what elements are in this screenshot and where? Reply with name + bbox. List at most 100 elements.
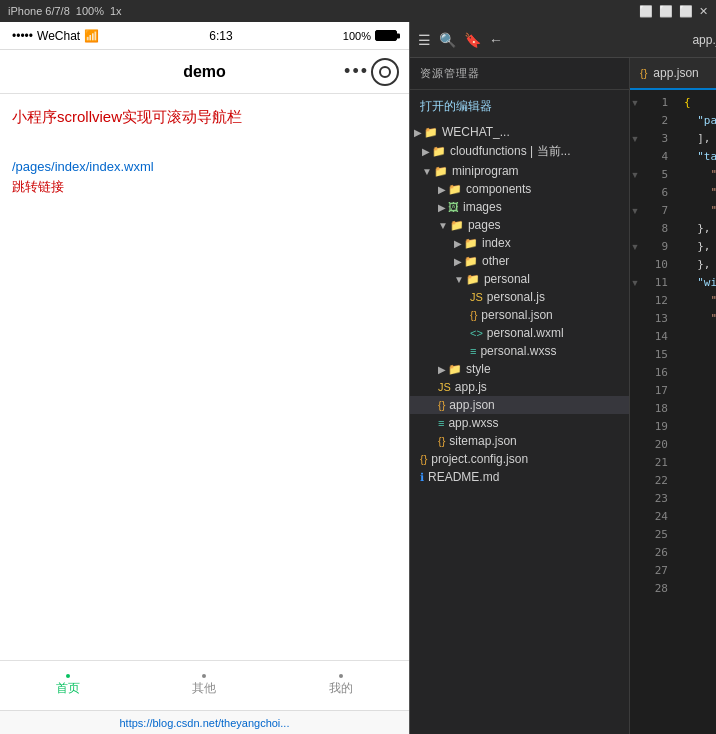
tree-personal-wxml[interactable]: <> personal.wxml bbox=[410, 324, 629, 342]
cloudfunctions-chevron: ▶ bbox=[422, 146, 430, 157]
menu-icon[interactable]: ☰ bbox=[418, 32, 431, 48]
appjs-label: app.js bbox=[455, 380, 487, 394]
code-line-4: ], bbox=[684, 130, 716, 148]
tree-project-root[interactable]: ▶ 📁 WECHAT_... bbox=[410, 123, 629, 141]
wechat-nav-dots[interactable]: ••• bbox=[344, 61, 369, 82]
personalwxss-label: personal.wxss bbox=[480, 344, 556, 358]
os-bar: iPhone 6/7/8 100% 1x ⬜ ⬜ ⬜ ✕ bbox=[0, 0, 716, 22]
bookmark-icon[interactable]: 🔖 bbox=[464, 32, 481, 48]
projectconfig-icon: {} bbox=[420, 453, 427, 465]
editor-tab-label: app.json bbox=[653, 66, 698, 80]
tree-projectconfig[interactable]: {} project.config.json bbox=[410, 450, 629, 468]
code-line-8: "s bbox=[684, 184, 716, 202]
code-body: ▼ ▼ ▼ ▼ ▼ ▼ 1 2 3 4 5 6 7 bbox=[630, 90, 716, 734]
phone-status-bar: ••••• WeChat 📶 6:13 100% bbox=[0, 22, 409, 50]
personalwxml-label: personal.wxml bbox=[487, 326, 564, 340]
personal-chevron: ▼ bbox=[454, 274, 464, 285]
explorer-header: 资源管理器 bbox=[410, 58, 629, 90]
miniprogram-label: miniprogram bbox=[452, 164, 519, 178]
open-editors-title[interactable]: 打开的编辑器 bbox=[410, 94, 629, 119]
pages-index-label: index bbox=[482, 236, 511, 250]
main-layout: ••••• WeChat 📶 6:13 100% demo ••• 小程序scr… bbox=[0, 22, 716, 734]
phone-main-text: 小程序scrollview实现可滚动导航栏 bbox=[12, 106, 397, 129]
tab-mine-dot bbox=[339, 674, 343, 678]
images-label: images bbox=[463, 200, 502, 214]
wechat-scan-button[interactable] bbox=[371, 58, 399, 86]
back-icon[interactable]: ← bbox=[489, 32, 503, 48]
style-icon: 📁 bbox=[448, 363, 462, 376]
ide-content: 资源管理器 打开的编辑器 ▶ 📁 WECHAT_... ▶ 📁 cloudfun… bbox=[410, 58, 716, 734]
tab-mine[interactable]: 我的 bbox=[273, 674, 409, 697]
components-label: components bbox=[466, 182, 531, 196]
code-line-2: "pa bbox=[684, 112, 716, 130]
code-content[interactable]: { "pa ], "tab "c "s "p bbox=[676, 90, 716, 734]
style-label: style bbox=[466, 362, 491, 376]
tree-appwxss[interactable]: ≡ app.wxss bbox=[410, 414, 629, 432]
tree-appjs[interactable]: JS app.js bbox=[410, 378, 629, 396]
tree-cloudfunctions[interactable]: ▶ 📁 cloudfunctions | 当前... bbox=[410, 141, 629, 162]
tab-mine-label: 我的 bbox=[329, 680, 353, 697]
editor-tab[interactable]: {} app.json bbox=[630, 58, 716, 90]
readme-icon: ℹ bbox=[420, 471, 424, 484]
appjs-icon: JS bbox=[438, 381, 451, 393]
os-icon-2[interactable]: ⬜ bbox=[659, 5, 673, 18]
active-file-title: app.json bbox=[692, 33, 716, 47]
pages-chevron: ▼ bbox=[438, 220, 448, 231]
pages-other-chevron: ▶ bbox=[454, 256, 462, 267]
tree-miniprogram[interactable]: ▼ 📁 miniprogram bbox=[410, 162, 629, 180]
personal-icon: 📁 bbox=[466, 273, 480, 286]
search-icon[interactable]: 🔍 bbox=[439, 32, 456, 48]
signal-dots: ••••• bbox=[12, 29, 33, 43]
root-folder-icon: 📁 bbox=[424, 126, 438, 139]
tab-other[interactable]: 其他 bbox=[136, 674, 272, 697]
tree-images[interactable]: ▶ 🖼 images bbox=[410, 198, 629, 216]
root-chevron: ▶ bbox=[414, 127, 422, 138]
tab-other-dot bbox=[202, 674, 206, 678]
code-line-23: "win bbox=[684, 274, 716, 292]
tree-pages-index[interactable]: ▶ 📁 index bbox=[410, 234, 629, 252]
pages-icon: 📁 bbox=[450, 219, 464, 232]
phone-link[interactable]: 跳转链接 bbox=[12, 178, 397, 196]
sitemap-icon: {} bbox=[438, 435, 445, 447]
collapse-arrow-5: ▼ bbox=[631, 238, 640, 256]
phone-time: 6:13 bbox=[209, 29, 232, 43]
personaljson-icon: {} bbox=[470, 309, 477, 321]
phone-content-area: 小程序scrollview实现可滚动导航栏 /pages/index/index… bbox=[0, 94, 409, 660]
phone-path[interactable]: /pages/index/index.wxml bbox=[12, 159, 397, 174]
tree-sitemap[interactable]: {} sitemap.json bbox=[410, 432, 629, 450]
os-icon-3[interactable]: ⬜ bbox=[679, 5, 693, 18]
os-bar-right: ⬜ ⬜ ⬜ ✕ bbox=[639, 5, 708, 18]
tab-home-dot bbox=[66, 674, 70, 678]
personaljs-icon: JS bbox=[470, 291, 483, 303]
tree-personal[interactable]: ▼ 📁 personal bbox=[410, 270, 629, 288]
tree-style[interactable]: ▶ 📁 style bbox=[410, 360, 629, 378]
open-editors-section: 打开的编辑器 bbox=[410, 90, 629, 123]
os-icon-1[interactable]: ⬜ bbox=[639, 5, 653, 18]
tree-appjson[interactable]: {} app.json bbox=[410, 396, 629, 414]
collapse-arrow-1: ▼ bbox=[631, 94, 640, 112]
tree-readme[interactable]: ℹ README.md bbox=[410, 468, 629, 486]
pages-other-icon: 📁 bbox=[464, 255, 478, 268]
os-bar-left: iPhone 6/7/8 100% 1x bbox=[8, 5, 122, 17]
phone-status-left: ••••• WeChat 📶 bbox=[12, 29, 99, 43]
tree-components[interactable]: ▶ 📁 components bbox=[410, 180, 629, 198]
phone-panel: ••••• WeChat 📶 6:13 100% demo ••• 小程序scr… bbox=[0, 22, 410, 734]
code-line-21: }, bbox=[684, 256, 716, 274]
miniprogram-chevron: ▼ bbox=[422, 166, 432, 177]
phone-tabbar: 首页 其他 我的 bbox=[0, 660, 409, 710]
tab-home[interactable]: 首页 bbox=[0, 674, 136, 697]
phone-status-right: 100% bbox=[343, 30, 397, 42]
ide-toolbar: ☰ 🔍 🔖 ← app.json bbox=[410, 22, 716, 58]
tree-personal-wxss[interactable]: ≡ personal.wxss bbox=[410, 342, 629, 360]
battery-pct: 100% bbox=[343, 30, 371, 42]
os-icon-close[interactable]: ✕ bbox=[699, 5, 708, 18]
tree-pages-other[interactable]: ▶ 📁 other bbox=[410, 252, 629, 270]
cloudfunctions-icon: 📁 bbox=[432, 145, 446, 158]
tree-personal-js[interactable]: JS personal.js bbox=[410, 288, 629, 306]
tree-personal-json[interactable]: {} personal.json bbox=[410, 306, 629, 324]
carrier-label: WeChat bbox=[37, 29, 80, 43]
editor-tab-icon: {} bbox=[640, 67, 647, 79]
personal-label: personal bbox=[484, 272, 530, 286]
code-line-17: }, bbox=[684, 238, 716, 256]
tree-pages[interactable]: ▼ 📁 pages bbox=[410, 216, 629, 234]
